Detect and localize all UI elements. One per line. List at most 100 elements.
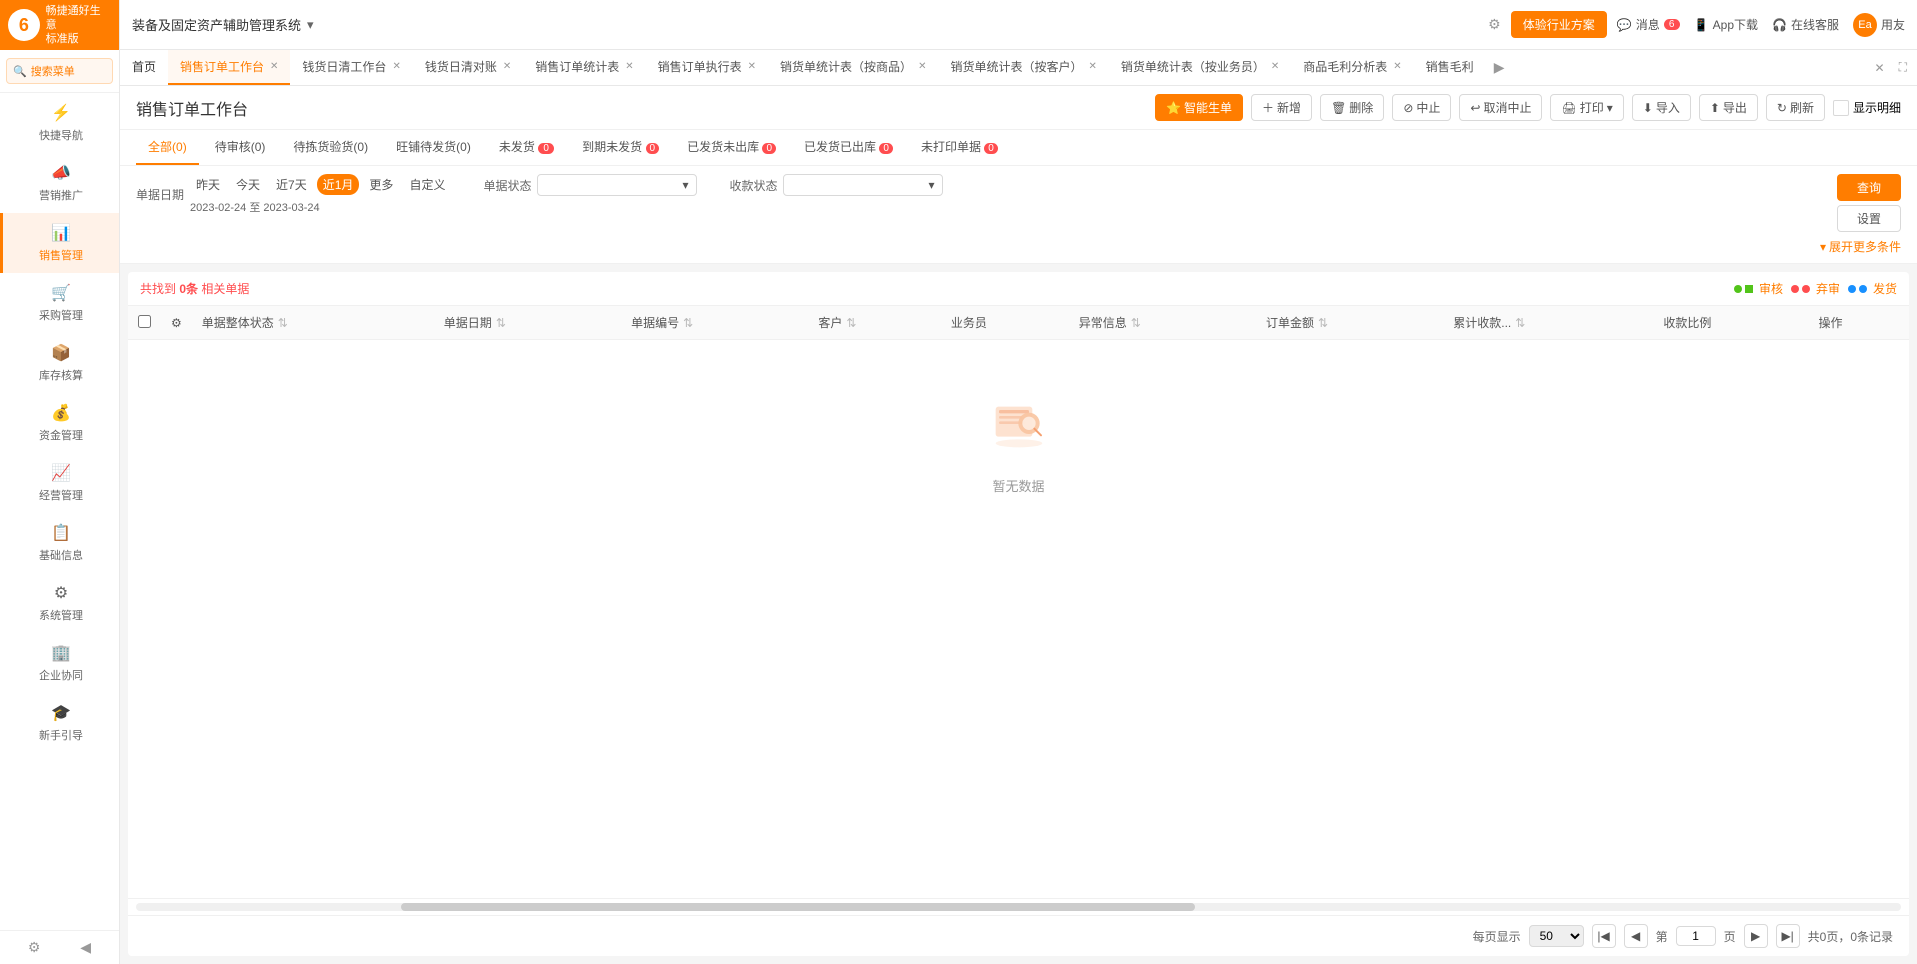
- tab-more-button[interactable]: ▶: [1486, 59, 1513, 76]
- scrollbar-thumb[interactable]: [401, 903, 1195, 911]
- tab-sales-summary-staff[interactable]: 销货单统计表（按业务员） ✕: [1109, 50, 1291, 85]
- th-abnormal[interactable]: 异常信息 ⇅: [1069, 306, 1256, 340]
- shortcut-custom[interactable]: 自定义: [403, 174, 451, 195]
- subtab-pending-inspect[interactable]: 待拣货验货(0): [281, 130, 380, 165]
- tab-close-icon[interactable]: ✕: [1393, 61, 1401, 72]
- tab-close-icon[interactable]: ✕: [625, 61, 633, 72]
- tab-sales-stat[interactable]: 销售订单统计表 ✕: [523, 50, 645, 85]
- shortcut-7days[interactable]: 近7天: [270, 174, 313, 195]
- subtab-shipped-out[interactable]: 已发货已出库 0: [792, 130, 905, 165]
- page-size-select[interactable]: 20 50 100 200: [1529, 925, 1584, 947]
- smart-gen-button[interactable]: ⭐ 智能生单: [1155, 94, 1243, 121]
- system-dropdown-icon[interactable]: ▾: [307, 17, 314, 33]
- status-select[interactable]: ▾: [537, 174, 697, 196]
- prev-page-button[interactable]: ◀: [1624, 924, 1648, 948]
- subtab-wangpu-ship[interactable]: 旺铺待发货(0): [384, 130, 483, 165]
- table-info-bar: 共找到 0条 相关单据 审核 弃审 发货: [128, 272, 1909, 306]
- tab-cash-clearing[interactable]: 钱货日清工作台 ✕: [290, 50, 412, 85]
- last-page-button[interactable]: ▶|: [1776, 924, 1800, 948]
- sidebar-item-purchase[interactable]: 🛒 采购管理: [0, 273, 119, 333]
- sidebar-item-operations[interactable]: 📈 经营管理: [0, 453, 119, 513]
- subtab-pending-review[interactable]: 待审核(0): [203, 130, 278, 165]
- sidebar-item-quick-nav[interactable]: ⚡ 快捷导航: [0, 93, 119, 153]
- topbar-settings-icon[interactable]: ⚙: [1488, 16, 1501, 33]
- app-download-button[interactable]: 📱 App下载: [1694, 16, 1758, 33]
- date-filter-group: 单据日期 昨天 今天 近7天 近1月 更多 自定义 2023-02-24 至 2…: [136, 174, 451, 215]
- next-page-button[interactable]: ▶: [1744, 924, 1768, 948]
- th-amount[interactable]: 订单金额 ⇅: [1256, 306, 1443, 340]
- tab-sales-exec[interactable]: 销售订单执行表 ✕: [646, 50, 768, 85]
- sort-received-icon: ⇅: [1515, 316, 1525, 330]
- filter-setting-button[interactable]: 设置: [1837, 205, 1901, 232]
- unprinted-badge: 0: [984, 143, 998, 154]
- tab-home[interactable]: 首页: [120, 50, 168, 85]
- delete-button[interactable]: 🗑 删除: [1320, 94, 1384, 121]
- page-number-input[interactable]: [1676, 926, 1716, 946]
- subtab-overdue-unshipped[interactable]: 到期未发货 0: [570, 130, 671, 165]
- shortcut-1month[interactable]: 近1月: [317, 174, 360, 195]
- tab-cash-reconcile[interactable]: 钱货日清对账 ✕: [413, 50, 523, 85]
- th-date[interactable]: 单据日期 ⇅: [434, 306, 621, 340]
- th-staff[interactable]: 业务员: [941, 306, 1069, 340]
- th-number[interactable]: 单据编号 ⇅: [621, 306, 808, 340]
- online-service-button[interactable]: 🎧 在线客服: [1772, 16, 1839, 33]
- sidebar-item-sales[interactable]: 📊 销售管理: [0, 213, 119, 273]
- first-page-button[interactable]: |◀: [1592, 924, 1616, 948]
- sidebar-item-marketing[interactable]: 📣 营销推广: [0, 153, 119, 213]
- sidebar-item-finance[interactable]: 💰 资金管理: [0, 393, 119, 453]
- cancel-stop-button[interactable]: ↩ 取消中止: [1459, 94, 1542, 121]
- tab-sales-workbench[interactable]: 销售订单工作台 ✕: [168, 50, 290, 85]
- tab-close-icon[interactable]: ✕: [503, 61, 511, 72]
- payment-select[interactable]: ▾: [783, 174, 943, 196]
- refresh-button[interactable]: ↻ 刷新: [1766, 94, 1825, 121]
- th-received[interactable]: 累计收款... ⇅: [1443, 306, 1653, 340]
- search-menu-button[interactable]: 🔍 搜索菜单: [6, 58, 113, 84]
- table-scroll-container[interactable]: ⚙ 单据整体状态 ⇅ 单据日期 ⇅: [128, 306, 1909, 898]
- shortcut-today[interactable]: 今天: [230, 174, 266, 195]
- tab-sales-summary-customer[interactable]: 销货单统计表（按客户） ✕: [938, 50, 1108, 85]
- sidebar-item-system[interactable]: ⚙ 系统管理: [0, 573, 119, 633]
- tab-close-icon[interactable]: ✕: [1271, 61, 1279, 72]
- horizontal-scrollbar[interactable]: [128, 898, 1909, 915]
- subtab-unshipped[interactable]: 未发货 0: [487, 130, 566, 165]
- th-status[interactable]: 单据整体状态 ⇅: [192, 306, 434, 340]
- query-button[interactable]: 查询: [1837, 174, 1901, 201]
- tab-close-all-button[interactable]: ✕: [1869, 57, 1891, 79]
- sidebar-item-inventory[interactable]: 📦 库存核算: [0, 333, 119, 393]
- th-customer[interactable]: 客户 ⇅: [808, 306, 941, 340]
- tab-close-icon[interactable]: ✕: [392, 61, 400, 72]
- ship-button[interactable]: 发货: [1848, 280, 1897, 297]
- audit-button[interactable]: 审核: [1734, 280, 1783, 297]
- collapse-button[interactable]: ◀: [80, 939, 91, 956]
- user-menu-button[interactable]: Ea 用友: [1853, 13, 1905, 37]
- tab-close-icon[interactable]: ✕: [748, 61, 756, 72]
- print-button[interactable]: 🖨 打印 ▾: [1550, 94, 1623, 121]
- tab-close-icon[interactable]: ✕: [1088, 61, 1096, 72]
- tab-gross-margin[interactable]: 商品毛利分析表 ✕: [1291, 50, 1413, 85]
- settings-button[interactable]: ⚙: [28, 939, 41, 956]
- tab-expand-button[interactable]: ⛶: [1893, 56, 1913, 79]
- tab-close-icon[interactable]: ✕: [270, 61, 278, 72]
- messages-button[interactable]: 💬 消息 6: [1617, 16, 1680, 33]
- sidebar-item-guide[interactable]: 🎓 新手引导: [0, 693, 119, 753]
- export-button[interactable]: ⬆ 导出: [1699, 94, 1758, 121]
- industry-solution-button[interactable]: 体验行业方案: [1511, 11, 1607, 38]
- subtab-unprinted[interactable]: 未打印单据 0: [909, 130, 1010, 165]
- expand-filter-button[interactable]: ▾ 展开更多条件: [1820, 238, 1901, 255]
- add-button[interactable]: ＋ 新增: [1251, 94, 1312, 121]
- tab-sales-profit[interactable]: 销售毛利: [1414, 50, 1486, 85]
- shortcut-more[interactable]: 更多: [363, 174, 399, 195]
- tab-sales-summary-product[interactable]: 销货单统计表（按商品） ✕: [768, 50, 938, 85]
- shortcut-yesterday[interactable]: 昨天: [190, 174, 226, 195]
- scrollbar-track[interactable]: [136, 903, 1901, 911]
- subtab-shipped-not-out[interactable]: 已发货未出库 0: [675, 130, 788, 165]
- subtab-all[interactable]: 全部(0): [136, 130, 199, 165]
- stop-button[interactable]: ⊘ 中止: [1392, 94, 1451, 121]
- sidebar-item-enterprise[interactable]: 🏢 企业协同: [0, 633, 119, 693]
- sidebar-item-basic-info[interactable]: 📋 基础信息: [0, 513, 119, 573]
- tab-close-icon[interactable]: ✕: [918, 61, 926, 72]
- show-detail-toggle[interactable]: 显示明细: [1833, 99, 1901, 116]
- import-button[interactable]: ⬇ 导入: [1632, 94, 1691, 121]
- select-all-checkbox[interactable]: [138, 315, 151, 328]
- abandon-button[interactable]: 弃审: [1791, 280, 1840, 297]
